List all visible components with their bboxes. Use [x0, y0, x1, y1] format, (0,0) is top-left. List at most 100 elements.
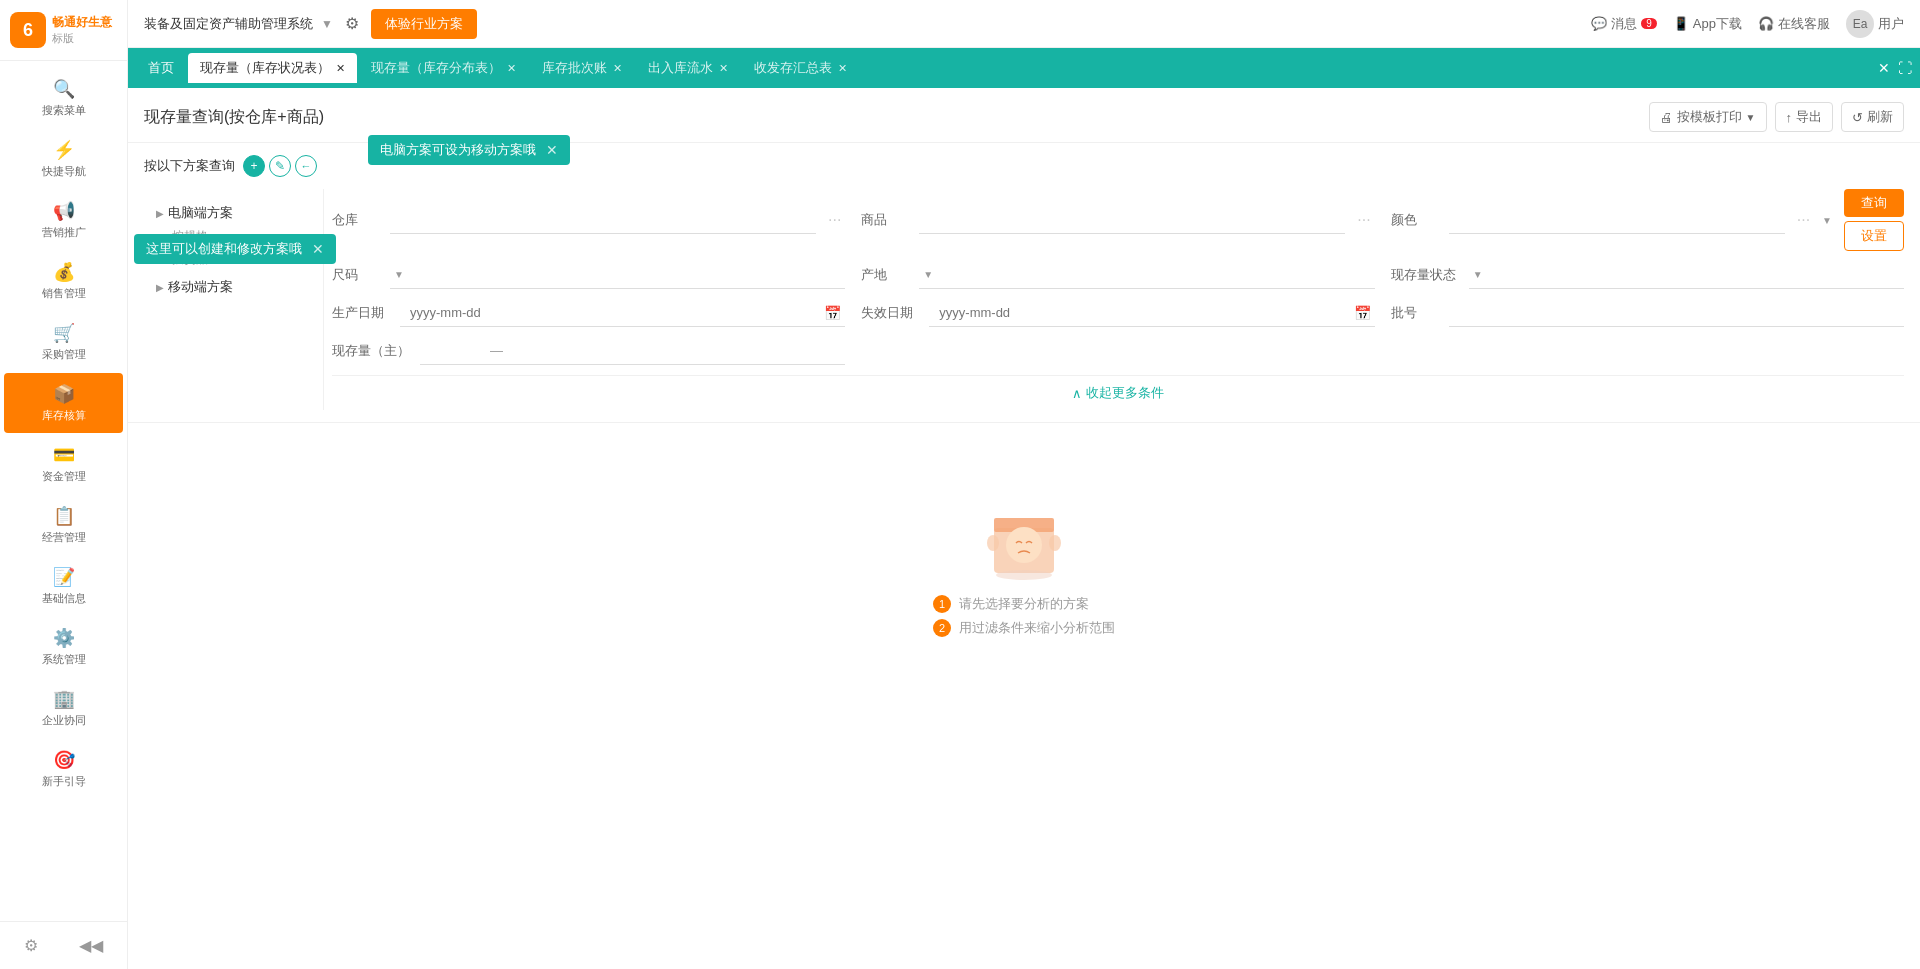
tab-stock-status[interactable]: 现存量（库存状况表） ✕: [188, 53, 357, 83]
stock-range-min[interactable]: [424, 343, 484, 358]
headset-icon: 🎧: [1758, 16, 1774, 31]
tab-stock-batch[interactable]: 库存批次账 ✕: [530, 53, 634, 83]
trial-button[interactable]: 体验行业方案: [371, 9, 477, 39]
sidebar-item-finance[interactable]: 💳 资金管理: [4, 434, 123, 494]
sidebar-item-enterprise[interactable]: 🏢 企业协同: [4, 678, 123, 738]
origin-dropdown-icon: ▼: [923, 269, 933, 280]
print-btn[interactable]: 🖨 按模板打印 ▼: [1649, 102, 1767, 132]
produce-date-wrap: 📅: [400, 299, 845, 327]
refresh-btn[interactable]: ↺ 刷新: [1841, 102, 1904, 132]
tooltip-create-scheme: 这里可以创建和修改方案哦 ✕: [134, 234, 336, 264]
chevron-up-icon: ∧: [1072, 386, 1082, 401]
purchase-icon: 🛒: [53, 322, 75, 344]
search-btn[interactable]: 查询: [1844, 189, 1904, 217]
color-dots[interactable]: ···: [1793, 211, 1814, 229]
app-download-btn[interactable]: 📱 App下载: [1673, 15, 1742, 33]
logo-text: 畅通好生意 标版: [52, 14, 112, 46]
sidebar-item-basic[interactable]: 📝 基础信息: [4, 556, 123, 616]
scheme-desktop-group[interactable]: ▶ 电脑端方案: [152, 201, 315, 225]
sidebar-item-sales[interactable]: 💰 销售管理: [4, 251, 123, 311]
tab-collect-close[interactable]: ✕: [838, 62, 847, 75]
system-dropdown-btn[interactable]: ▼: [321, 17, 333, 31]
tab-in-out[interactable]: 出入库流水 ✕: [636, 53, 740, 83]
support-btn[interactable]: 🎧 在线客服: [1758, 15, 1830, 33]
search-icon: 🔍: [53, 78, 75, 100]
sidebar-item-quick[interactable]: ⚡ 快捷导航: [4, 129, 123, 189]
message-label: 消息: [1611, 15, 1637, 33]
message-btn[interactable]: 💬 消息 9: [1591, 15, 1657, 33]
tab-stock-dist[interactable]: 现存量（库存分布表） ✕: [359, 53, 528, 83]
filter-label: 按以下方案查询: [144, 157, 235, 175]
system-name: 装备及固定资产辅助管理系统: [144, 15, 313, 33]
top-header: 装备及固定资产辅助管理系统 ▼ ⚙ 体验行业方案 💬 消息 9 📱 App下载 …: [128, 0, 1920, 48]
refresh-label: 刷新: [1867, 108, 1893, 126]
expire-date-input[interactable]: [933, 301, 1353, 324]
tab-stock-batch-close[interactable]: ✕: [613, 62, 622, 75]
sidebar-item-operations-label: 经营管理: [42, 530, 86, 545]
expire-date-calendar-icon[interactable]: 📅: [1354, 305, 1371, 321]
sidebar-item-operations[interactable]: 📋 经营管理: [4, 495, 123, 555]
collapse-label: 收起更多条件: [1086, 384, 1164, 402]
batch-input-wrap: [1449, 299, 1904, 327]
tab-stock-status-close[interactable]: ✕: [336, 62, 345, 75]
sidebar-item-search-label: 搜索菜单: [42, 103, 86, 118]
produce-date-input[interactable]: [404, 301, 824, 324]
step-2-text: 用过滤条件来缩小分析范围: [959, 619, 1115, 637]
sidebar-item-marketing[interactable]: 📢 营销推广: [4, 190, 123, 250]
collapse-sidebar-btn[interactable]: ◀◀: [75, 932, 107, 959]
export-btn[interactable]: ↑ 导出: [1775, 102, 1834, 132]
page-actions: 🖨 按模板打印 ▼ ↑ 导出 ↺ 刷新: [1649, 102, 1904, 132]
tab-in-out-close[interactable]: ✕: [719, 62, 728, 75]
tab-stock-batch-label: 库存批次账: [542, 59, 607, 77]
sidebar-item-system[interactable]: ⚙️ 系统管理: [4, 617, 123, 677]
settings-bottom-btn[interactable]: ⚙: [20, 932, 42, 959]
filter-section: 按以下方案查询 + ✎ ← 电脑方案可设为移动方案哦 ✕: [128, 143, 1920, 423]
add-scheme-btn[interactable]: +: [243, 155, 265, 177]
tooltip1-close-btn[interactable]: ✕: [546, 142, 558, 158]
desktop-scheme-label: 电脑端方案: [168, 204, 233, 222]
stock-main-label: 现存量（主）: [332, 342, 412, 360]
stock-status-cell: 现存量状态 ▼: [1391, 261, 1904, 289]
sidebar-item-quick-label: 快捷导航: [42, 164, 86, 179]
settings-gear-btn[interactable]: ⚙: [341, 10, 363, 37]
filter-row-3: 生产日期 📅 失效日期 📅: [332, 299, 1904, 327]
newbie-icon: 🎯: [53, 749, 75, 771]
sidebar-item-inventory[interactable]: 📦 库存核算: [4, 373, 123, 433]
collapse-btn[interactable]: ∧ 收起更多条件: [332, 375, 1904, 410]
sidebar-item-purchase[interactable]: 🛒 采购管理: [4, 312, 123, 372]
user-area[interactable]: Ea 用户: [1846, 10, 1904, 38]
tab-fullscreen-btn[interactable]: ⛶: [1898, 60, 1912, 76]
tab-home[interactable]: 首页: [136, 53, 186, 83]
tooltip2-close-btn[interactable]: ✕: [312, 241, 324, 257]
tab-stock-dist-close[interactable]: ✕: [507, 62, 516, 75]
warehouse-dots[interactable]: ···: [824, 211, 845, 229]
svg-point-4: [1049, 535, 1061, 551]
sidebar-item-search[interactable]: 🔍 搜索菜单: [4, 68, 123, 128]
content-inner: 现存量查询(按仓库+商品) 🖨 按模板打印 ▼ ↑ 导出 ↺ 刷新: [128, 88, 1920, 969]
scheme-mobile-group[interactable]: ▶ 移动端方案: [152, 275, 315, 299]
header-right: 💬 消息 9 📱 App下载 🎧 在线客服 Ea 用户: [1591, 10, 1904, 38]
produce-date-calendar-icon[interactable]: 📅: [824, 305, 841, 321]
stock-status-dropdown-icon: ▼: [1473, 269, 1483, 280]
operations-icon: 📋: [53, 505, 75, 527]
tooltip1-text: 电脑方案可设为移动方案哦: [380, 141, 536, 159]
message-icon: 💬: [1591, 16, 1607, 31]
sidebar-item-newbie[interactable]: 🎯 新手引导: [4, 739, 123, 799]
tab-collect[interactable]: 收发存汇总表 ✕: [742, 53, 859, 83]
filter-row-2: 尺码 ▼ 产地 ▼: [332, 261, 1904, 289]
sidebar-item-basic-label: 基础信息: [42, 591, 86, 606]
size-cell: 尺码 ▼: [332, 261, 845, 289]
tab-close-all-btn[interactable]: ✕: [1878, 60, 1890, 76]
reset-btn[interactable]: 设置: [1844, 221, 1904, 251]
sales-icon: 💰: [53, 261, 75, 283]
edit-scheme-btn[interactable]: ✎: [269, 155, 291, 177]
warehouse-input-wrap: [390, 206, 816, 234]
back-scheme-btn[interactable]: ←: [295, 155, 317, 177]
goods-dots[interactable]: ···: [1353, 211, 1374, 229]
filter-row-4: 现存量（主） —: [332, 337, 1904, 365]
print-dropdown-icon: ▼: [1746, 112, 1756, 123]
stock-dash: —: [490, 343, 503, 358]
filter-grid: 仓库 ··· 商品 ··· 颜色: [332, 189, 1904, 410]
goods-cell: 商品 ···: [861, 189, 1374, 251]
page-title: 现存量查询(按仓库+商品): [144, 107, 324, 128]
